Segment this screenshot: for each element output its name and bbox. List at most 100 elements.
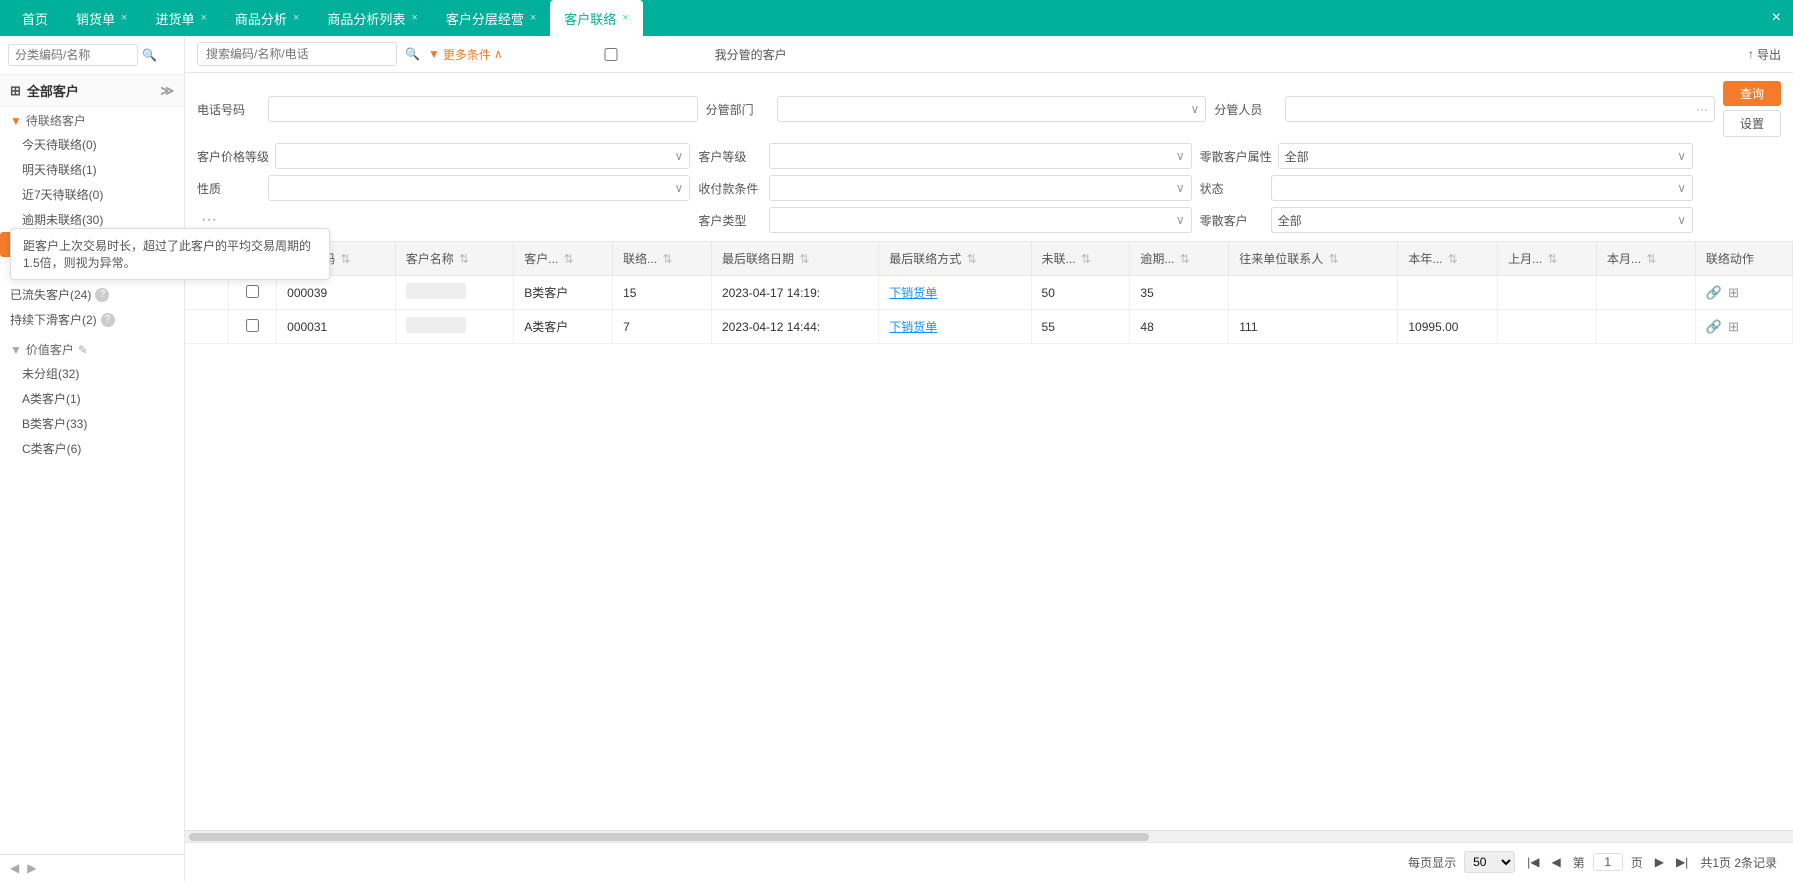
retail-attr-select[interactable]: 全部 ∨: [1278, 143, 1693, 169]
sidebar-item-class-a[interactable]: A类客户(1): [0, 386, 184, 411]
close-sales-tab[interactable]: ×: [121, 12, 127, 24]
sort-last-date-icon[interactable]: ⇅: [799, 252, 809, 266]
customer-grade-label: 客户等级: [698, 148, 763, 165]
row-last-method-1[interactable]: 下销货单: [879, 310, 1031, 344]
nav-customer-tier[interactable]: 客户分层经营 ×: [432, 0, 550, 36]
sort-overdue-icon[interactable]: ⇅: [1180, 252, 1190, 266]
pending-contact-group[interactable]: ▼ 待联络客户: [0, 107, 184, 132]
sidebar-item-class-c[interactable]: C类客户(6): [0, 436, 184, 461]
col-action: 联络动作: [1695, 242, 1792, 276]
payment-select[interactable]: ∨: [769, 175, 1191, 201]
my-customer-checkbox-label[interactable]: 我分管的客户: [511, 46, 787, 63]
nav-product-analysis[interactable]: 商品分析 ×: [221, 0, 313, 36]
horizontal-scrollbar[interactable]: [185, 830, 1793, 842]
close-product-list-tab[interactable]: ×: [411, 12, 417, 24]
sort-contact2-icon[interactable]: ⇅: [1329, 252, 1339, 266]
close-product-analysis-tab[interactable]: ×: [293, 12, 299, 24]
close-purchase-tab[interactable]: ×: [200, 12, 206, 24]
per-page-select[interactable]: 50 100 200: [1464, 851, 1515, 873]
customer-grade-select[interactable]: ∨: [769, 143, 1191, 169]
retail-select[interactable]: 全部 ∨: [1271, 207, 1693, 233]
page-first-btn[interactable]: |◀: [1523, 853, 1543, 871]
page-last-btn[interactable]: ▶|: [1672, 853, 1692, 871]
row-last-method-0[interactable]: 下销货单: [879, 276, 1031, 310]
data-table-container: ⚙ 客户编码 ⇅ 客户名称 ⇅ 客户... ⇅ 联络... ⇅ 最后联络日期 ⇅…: [185, 242, 1793, 830]
collapse-icon[interactable]: ≫: [160, 83, 174, 99]
price-grade-select[interactable]: ∨: [275, 143, 690, 169]
sort-this-year-icon[interactable]: ⇅: [1448, 252, 1458, 266]
sidebar: 🔍 ⊞ 全部客户 ≫ ▼ 待联络客户 今天待联络(0) 明天待联络(1) 近7天…: [0, 36, 185, 881]
edit-group-icon[interactable]: ✎: [78, 343, 88, 357]
nav-customer-contact[interactable]: 客户联络 ×: [550, 0, 642, 36]
export-button[interactable]: ↑ 导出: [1748, 46, 1781, 63]
sort-this-month-icon[interactable]: ⇅: [1646, 252, 1656, 266]
search-input[interactable]: [197, 42, 397, 66]
sort-name-icon[interactable]: ⇅: [459, 252, 469, 266]
sort-code-icon[interactable]: ⇅: [341, 252, 351, 266]
current-page-input[interactable]: 1: [1593, 853, 1623, 871]
category-search-icon[interactable]: 🔍: [142, 48, 157, 62]
sidebar-item-declining[interactable]: 持续下滑客户(2) ?: [0, 307, 184, 332]
sidebar-next-icon[interactable]: ▶: [27, 861, 36, 875]
person-select[interactable]: ···: [1285, 96, 1715, 122]
search-icon[interactable]: 🔍: [405, 47, 420, 61]
nature-label: 性质: [197, 180, 262, 197]
sidebar-item-ungrouped[interactable]: 未分组(32): [0, 361, 184, 386]
sidebar-item-class-b[interactable]: B类客户(33): [0, 411, 184, 436]
sidebar-item-tomorrow[interactable]: 明天待联络(1): [0, 157, 184, 182]
sort-contact-icon[interactable]: ⇅: [662, 252, 672, 266]
row-grid-icon-0[interactable]: ⊞: [1728, 285, 1739, 301]
filter-cell-customer-grade: 客户等级 ∨: [698, 143, 1191, 169]
row-checkbox-input-0[interactable]: [246, 285, 259, 298]
filter-cell-customer-type: 客户类型 ∨: [698, 207, 1191, 233]
row-link-icon-0[interactable]: 🔗: [1706, 285, 1722, 301]
nav-home[interactable]: 首页: [8, 0, 62, 36]
row-not-contacted-1: 55: [1031, 310, 1130, 344]
phone-label: 电话号码: [197, 101, 262, 118]
customer-type-select[interactable]: ∨: [769, 207, 1191, 233]
page-next-btn[interactable]: ▶: [1651, 853, 1668, 871]
window-close-btn[interactable]: ×: [1772, 9, 1781, 27]
row-contact-1: 7: [613, 310, 712, 344]
row-checkbox-input-1[interactable]: [246, 319, 259, 332]
more-filter-btn[interactable]: ▼ 更多条件 ∧: [428, 46, 503, 63]
nav-purchase[interactable]: 进货单 ×: [141, 0, 220, 36]
sort-type-icon[interactable]: ⇅: [564, 252, 574, 266]
customer-grade-chevron-icon: ∨: [1176, 149, 1185, 163]
nav-sales[interactable]: 销货单 ×: [62, 0, 141, 36]
settings-button[interactable]: 设置: [1723, 110, 1781, 137]
top-nav: 首页 销货单 × 进货单 × 商品分析 × 商品分析列表 × 客户分层经营 × …: [0, 0, 1793, 36]
category-search-input[interactable]: [8, 44, 138, 66]
col-this-month: 本月... ⇅: [1597, 242, 1696, 276]
filter-row-1: 电话号码 分管部门 ∨ 分管人员 ··· 查询: [197, 81, 1781, 137]
row-link-icon-1[interactable]: 🔗: [1706, 319, 1722, 335]
dept-select[interactable]: ∨: [777, 96, 1207, 122]
row-name-0: [395, 276, 514, 310]
more-dots-btn[interactable]: ···: [197, 211, 221, 229]
sidebar-item-7days[interactable]: 近7天待联络(0): [0, 182, 184, 207]
close-customer-tier-tab[interactable]: ×: [530, 12, 536, 24]
info-icon-3: ?: [95, 288, 109, 302]
sort-last-method-icon[interactable]: ⇅: [967, 252, 977, 266]
row-grid-icon-1[interactable]: ⊞: [1728, 319, 1739, 335]
col-last-date: 最后联络日期 ⇅: [712, 242, 879, 276]
filter-cell-more: ···: [197, 211, 690, 229]
close-customer-contact-tab[interactable]: ×: [622, 12, 628, 24]
nature-select[interactable]: ∨: [268, 175, 690, 201]
value-customer-group[interactable]: ▼ 价值客户 ✎: [0, 336, 184, 361]
nav-product-list[interactable]: 商品分析列表 ×: [313, 0, 431, 36]
sidebar-item-churned[interactable]: 已流失客户(24) ?: [0, 282, 184, 307]
phone-input[interactable]: [268, 96, 698, 122]
my-customer-checkbox[interactable]: [511, 48, 711, 61]
query-button[interactable]: 查询: [1723, 81, 1781, 106]
sidebar-item-today[interactable]: 今天待联络(0): [0, 132, 184, 157]
scrollbar-thumb[interactable]: [189, 833, 1149, 841]
data-table: ⚙ 客户编码 ⇅ 客户名称 ⇅ 客户... ⇅ 联络... ⇅ 最后联络日期 ⇅…: [185, 242, 1793, 344]
status-select[interactable]: ∨: [1271, 175, 1693, 201]
sidebar-prev-icon[interactable]: ◀: [10, 861, 19, 875]
sort-not-contacted-icon[interactable]: ⇅: [1081, 252, 1091, 266]
sort-last-month-icon[interactable]: ⇅: [1548, 252, 1558, 266]
retail-attr-chevron-icon: ∨: [1677, 149, 1686, 163]
page-prev-btn[interactable]: ◀: [1547, 853, 1564, 871]
all-customers-header[interactable]: ⊞ 全部客户 ≫: [0, 75, 184, 107]
